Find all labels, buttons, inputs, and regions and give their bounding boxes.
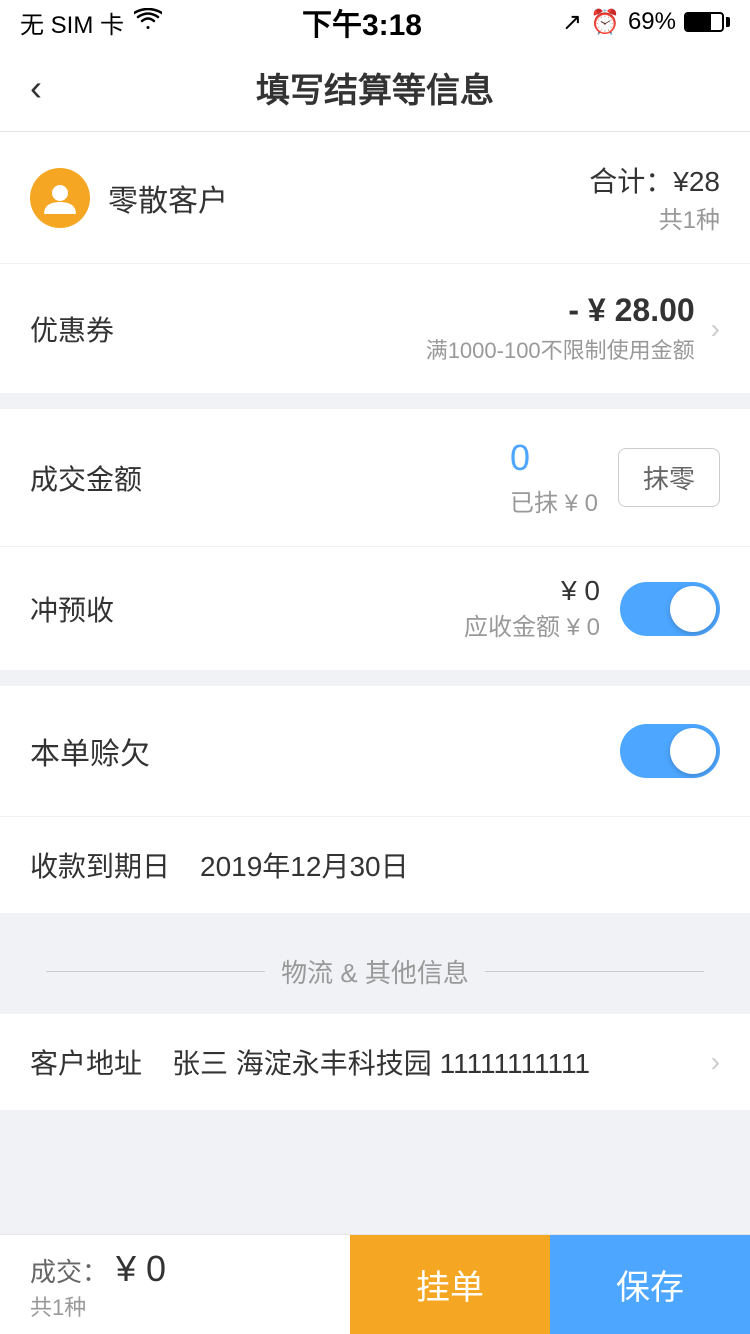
avatar — [30, 168, 90, 228]
status-time: 下午3:18 — [302, 0, 422, 44]
transaction-value: 0 — [510, 437, 598, 479]
due-date-row: 收款到期日 2019年12月30日 — [0, 816, 750, 913]
transaction-label: 成交金额 — [30, 458, 150, 498]
prepaid-label: 冲预收 — [30, 589, 150, 629]
deal-label: 成交： — [30, 1252, 108, 1289]
credit-toggle-thumb — [670, 728, 716, 774]
coupon-right: - ¥ 28.00 满1000-100不限制使用金额 › — [150, 292, 720, 365]
customer-total: 合计：¥28 共1种 — [589, 160, 720, 235]
prepaid-toggle[interactable] — [620, 582, 720, 636]
back-button[interactable]: ‹ — [30, 67, 42, 109]
bottom-left: 成交： ¥ 0 共1种 — [0, 1235, 350, 1334]
discount-desc: 满1000-100不限制使用金额 — [426, 333, 695, 365]
coupon-row[interactable]: 优惠券 - ¥ 28.00 满1000-100不限制使用金额 › — [0, 263, 750, 393]
prepaid-values: ¥ 0 应收金额 ¥ 0 — [464, 575, 600, 642]
customer-card: 零散客户 合计：¥28 共1种 优惠券 - ¥ 28.00 满1000-100不… — [0, 132, 750, 393]
logistics-header: 物流 & 其他信息 — [0, 929, 750, 1014]
customer-left: 零散客户 — [30, 168, 228, 228]
transaction-row: 成交金额 0 已抹 ¥ 0 抹零 — [0, 409, 750, 547]
battery-icon — [684, 12, 730, 32]
coupon-value-block: - ¥ 28.00 满1000-100不限制使用金额 — [426, 292, 695, 365]
transaction-sub: 已抹 ¥ 0 — [510, 479, 598, 518]
total-count: 共1种 — [589, 200, 720, 235]
discount-amount: - ¥ 28.00 — [426, 292, 695, 329]
due-date-value: 2019年12月30日 — [200, 845, 409, 885]
credit-toggle[interactable] — [620, 724, 720, 778]
address-section[interactable]: 客户地址 张三 海淀永丰科技园 11111111111 › — [0, 1014, 750, 1110]
credit-label: 本单赊欠 — [30, 729, 150, 773]
page-title: 填写结算等信息 — [256, 63, 494, 112]
due-date-label: 收款到期日 — [30, 845, 170, 885]
deal-amount: ¥ 0 — [116, 1248, 166, 1290]
content: 零散客户 合计：¥28 共1种 优惠券 - ¥ 28.00 满1000-100不… — [0, 132, 750, 1246]
transaction-value-block: 0 已抹 ¥ 0 — [510, 437, 598, 518]
prepaid-amount: ¥ 0 — [464, 575, 600, 607]
nav-bar: ‹ 填写结算等信息 — [0, 44, 750, 132]
toggle-thumb — [670, 586, 716, 632]
location-icon: ↗ — [562, 8, 582, 37]
alarm-icon: ⏰ — [590, 8, 620, 37]
total-amount: 合计：¥28 — [589, 160, 720, 200]
coupon-label: 优惠券 — [30, 309, 150, 349]
customer-row: 零散客户 合计：¥28 共1种 — [0, 132, 750, 263]
credit-row: 本单赊欠 — [0, 686, 750, 816]
transaction-right: 0 已抹 ¥ 0 抹零 — [510, 437, 720, 518]
transaction-section: 成交金额 0 已抹 ¥ 0 抹零 冲预收 ¥ 0 应收金额 ¥ 0 — [0, 409, 750, 670]
battery-percent: 69% — [628, 8, 676, 36]
network-status: 无 SIM 卡 — [20, 5, 124, 40]
status-left: 无 SIM 卡 — [20, 5, 162, 40]
round-zero-button[interactable]: 抹零 — [618, 448, 720, 507]
status-right: ↗ ⏰ 69% — [562, 8, 730, 37]
status-bar: 无 SIM 卡 下午3:18 ↗ ⏰ 69% — [0, 0, 750, 44]
wifi-icon — [134, 8, 162, 37]
prepaid-sub: 应收金额 ¥ 0 — [464, 607, 600, 642]
chevron-right-icon: › — [711, 313, 720, 345]
logistics-title: 物流 & 其他信息 — [281, 953, 469, 990]
customer-name: 零散客户 — [108, 176, 228, 220]
hang-button[interactable]: 挂单 — [350, 1235, 550, 1334]
bottom-bar: 成交： ¥ 0 共1种 挂单 保存 — [0, 1234, 750, 1334]
credit-section: 本单赊欠 收款到期日 2019年12月30日 — [0, 686, 750, 913]
prepaid-row: 冲预收 ¥ 0 应收金额 ¥ 0 — [0, 547, 750, 670]
prepaid-right: ¥ 0 应收金额 ¥ 0 — [464, 575, 720, 642]
address-label: 客户地址 — [30, 1042, 142, 1082]
address-row: 客户地址 张三 海淀永丰科技园 11111111111 › — [0, 1014, 750, 1110]
save-button[interactable]: 保存 — [550, 1235, 750, 1334]
deal-count: 共1种 — [30, 1290, 320, 1322]
address-value: 张三 海淀永丰科技园 11111111111 — [172, 1042, 681, 1082]
address-chevron-icon: › — [711, 1046, 720, 1078]
logistics-section: 物流 & 其他信息 — [0, 929, 750, 1014]
